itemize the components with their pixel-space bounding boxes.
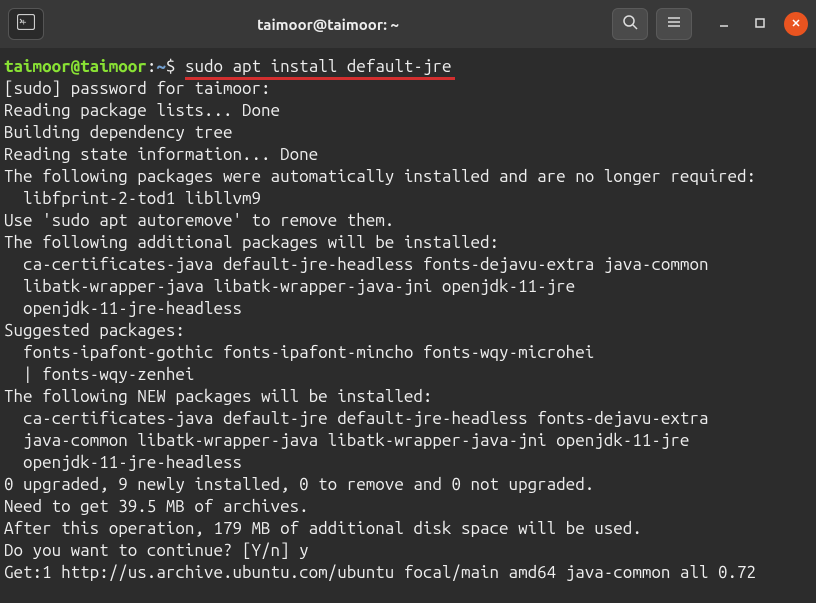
search-button[interactable] (612, 8, 648, 40)
terminal-output: [sudo] password for taimoor:Reading pack… (4, 78, 812, 584)
close-button[interactable] (784, 12, 808, 36)
svg-text:+: + (21, 18, 27, 28)
close-icon (790, 15, 802, 33)
prompt-path: ~ (156, 57, 166, 76)
output-line: Reading state information... Done (4, 144, 812, 166)
window-title: taimoor@taimoor: ~ (52, 16, 604, 33)
terminal-icon: + (17, 14, 35, 34)
output-line: After this operation, 179 MB of addition… (4, 518, 812, 540)
prompt-user-host: taimoor@taimoor (4, 57, 147, 76)
output-line: Building dependency tree (4, 122, 812, 144)
minimize-button[interactable] (712, 12, 736, 36)
output-line: 0 upgraded, 9 newly installed, 0 to remo… (4, 474, 812, 496)
search-icon (622, 14, 638, 34)
output-line: | fonts-wqy-zenhei (4, 364, 812, 386)
output-line: Suggested packages: (4, 320, 812, 342)
prompt-symbol: $ (166, 57, 176, 76)
output-line: java-common libatk-wrapper-java libatk-w… (4, 430, 812, 452)
output-line: The following packages were automaticall… (4, 166, 812, 188)
maximize-icon (754, 15, 766, 33)
output-line: Reading package lists... Done (4, 100, 812, 122)
output-line: The following additional packages will b… (4, 232, 812, 254)
prompt-line: taimoor@taimoor:~$ sudo apt install defa… (4, 56, 812, 78)
output-line: ca-certificates-java default-jre-headles… (4, 254, 812, 276)
output-line: ca-certificates-java default-jre default… (4, 408, 812, 430)
command-text: sudo apt install default-jre (185, 56, 452, 78)
titlebar: + taimoor@taimoor: ~ (0, 0, 816, 48)
output-line: Need to get 39.5 MB of archives. (4, 496, 812, 518)
terminal-area[interactable]: taimoor@taimoor:~$ sudo apt install defa… (0, 48, 816, 592)
new-tab-button[interactable]: + (8, 8, 44, 40)
output-line: The following NEW packages will be insta… (4, 386, 812, 408)
output-line: [sudo] password for taimoor: (4, 78, 812, 100)
maximize-button[interactable] (748, 12, 772, 36)
output-line: Do you want to continue? [Y/n] y (4, 540, 812, 562)
minimize-icon (718, 15, 730, 33)
window-controls (712, 12, 808, 36)
menu-button[interactable] (656, 8, 692, 40)
output-line: libatk-wrapper-java libatk-wrapper-java-… (4, 276, 812, 298)
output-line: openjdk-11-jre-headless (4, 452, 812, 474)
command-underline-annotation (185, 77, 455, 80)
output-line: Get:1 http://us.archive.ubuntu.com/ubunt… (4, 562, 812, 584)
output-line: libfprint-2-tod1 libllvm9 (4, 188, 812, 210)
output-line: fonts-ipafont-gothic fonts-ipafont-minch… (4, 342, 812, 364)
output-line: openjdk-11-jre-headless (4, 298, 812, 320)
hamburger-icon (666, 14, 682, 34)
output-line: Use 'sudo apt autoremove' to remove them… (4, 210, 812, 232)
